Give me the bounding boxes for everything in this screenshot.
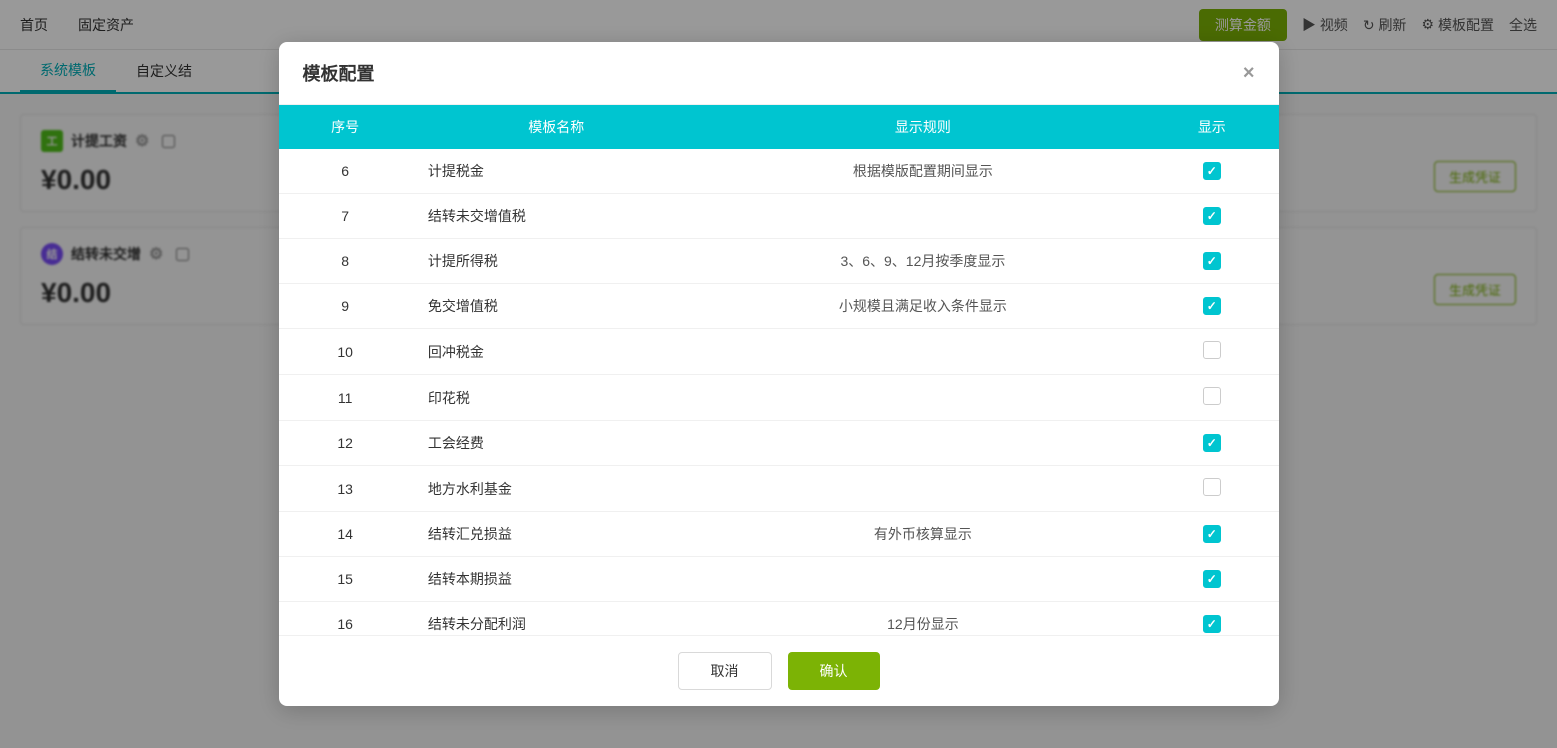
cell-rule: [701, 421, 1145, 466]
cell-checkbox[interactable]: [1145, 239, 1278, 284]
cell-id: 8: [279, 239, 412, 284]
cell-id: 11: [279, 375, 412, 421]
cell-name: 结转未交增值税: [412, 194, 701, 239]
cell-id: 7: [279, 194, 412, 239]
cell-id: 13: [279, 466, 412, 512]
cell-id: 12: [279, 421, 412, 466]
checkbox-unchecked[interactable]: [1203, 387, 1221, 405]
checkbox-checked[interactable]: [1203, 525, 1221, 543]
cell-checkbox[interactable]: [1145, 602, 1278, 636]
cell-checkbox[interactable]: [1145, 149, 1278, 194]
cell-id: 6: [279, 149, 412, 194]
col-header-name: 模板名称: [412, 105, 701, 149]
cell-name: 回冲税金: [412, 329, 701, 375]
modal-title: 模板配置: [303, 60, 375, 86]
cell-name: 工会经费: [412, 421, 701, 466]
modal-close-button[interactable]: ×: [1243, 63, 1255, 83]
checkbox-checked[interactable]: [1203, 297, 1221, 315]
checkbox-checked[interactable]: [1203, 162, 1221, 180]
cell-checkbox[interactable]: [1145, 284, 1278, 329]
table-row: 14结转汇兑损益有外币核算显示: [279, 512, 1279, 557]
cell-id: 15: [279, 557, 412, 602]
cell-checkbox[interactable]: [1145, 512, 1278, 557]
cell-id: 9: [279, 284, 412, 329]
cell-checkbox[interactable]: [1145, 421, 1278, 466]
table-header-row: 序号 模板名称 显示规则 显示: [279, 105, 1279, 149]
table-row: 7结转未交增值税: [279, 194, 1279, 239]
cell-id: 14: [279, 512, 412, 557]
cell-checkbox[interactable]: [1145, 375, 1278, 421]
cell-name: 印花税: [412, 375, 701, 421]
table-row: 13地方水利基金: [279, 466, 1279, 512]
cell-rule: [701, 466, 1145, 512]
checkbox-unchecked[interactable]: [1203, 478, 1221, 496]
table-row: 9免交增值税小规模且满足收入条件显示: [279, 284, 1279, 329]
checkbox-unchecked[interactable]: [1203, 341, 1221, 359]
checkbox-checked[interactable]: [1203, 207, 1221, 225]
cell-name: 计提所得税: [412, 239, 701, 284]
cell-name: 免交增值税: [412, 284, 701, 329]
cell-rule: [701, 194, 1145, 239]
modal-footer: 取消 确认: [279, 635, 1279, 706]
table-row: 16结转未分配利润12月份显示: [279, 602, 1279, 636]
cell-rule: 根据模版配置期间显示: [701, 149, 1145, 194]
table-row: 8计提所得税3、6、9、12月按季度显示: [279, 239, 1279, 284]
cancel-button[interactable]: 取消: [678, 652, 772, 690]
table-body: 6计提税金根据模版配置期间显示7结转未交增值税8计提所得税3、6、9、12月按季…: [279, 149, 1279, 635]
cell-rule: [701, 329, 1145, 375]
table-row: 10回冲税金: [279, 329, 1279, 375]
cell-rule: 3、6、9、12月按季度显示: [701, 239, 1145, 284]
modal-table: 序号 模板名称 显示规则 显示 6计提税金根据模版配置期间显示7结转未交增值税8…: [279, 105, 1279, 635]
checkbox-checked[interactable]: [1203, 252, 1221, 270]
cell-checkbox[interactable]: [1145, 466, 1278, 512]
cell-rule: 小规模且满足收入条件显示: [701, 284, 1145, 329]
cell-name: 结转本期损益: [412, 557, 701, 602]
modal-overlay: 模板配置 × 序号 模板名称 显示规则 显示 6计提税金根据模版配置期间显示7结…: [0, 0, 1557, 748]
cell-checkbox[interactable]: [1145, 194, 1278, 239]
cell-checkbox[interactable]: [1145, 557, 1278, 602]
table-row: 15结转本期损益: [279, 557, 1279, 602]
modal-header: 模板配置 ×: [279, 42, 1279, 105]
table-row: 11印花税: [279, 375, 1279, 421]
cell-name: 计提税金: [412, 149, 701, 194]
cell-rule: 有外币核算显示: [701, 512, 1145, 557]
cell-rule: 12月份显示: [701, 602, 1145, 636]
cell-rule: [701, 375, 1145, 421]
cell-name: 结转未分配利润: [412, 602, 701, 636]
confirm-button[interactable]: 确认: [788, 652, 880, 690]
checkbox-checked[interactable]: [1203, 434, 1221, 452]
cell-rule: [701, 557, 1145, 602]
table-row: 12工会经费: [279, 421, 1279, 466]
table-row: 6计提税金根据模版配置期间显示: [279, 149, 1279, 194]
modal-template-config: 模板配置 × 序号 模板名称 显示规则 显示 6计提税金根据模版配置期间显示7结…: [279, 42, 1279, 706]
col-header-id: 序号: [279, 105, 412, 149]
modal-table-container: 序号 模板名称 显示规则 显示 6计提税金根据模版配置期间显示7结转未交增值税8…: [279, 105, 1279, 635]
cell-id: 10: [279, 329, 412, 375]
cell-id: 16: [279, 602, 412, 636]
checkbox-checked[interactable]: [1203, 615, 1221, 633]
checkbox-checked[interactable]: [1203, 570, 1221, 588]
cell-checkbox[interactable]: [1145, 329, 1278, 375]
cell-name: 结转汇兑损益: [412, 512, 701, 557]
cell-name: 地方水利基金: [412, 466, 701, 512]
col-header-show: 显示: [1145, 105, 1278, 149]
col-header-rule: 显示规则: [701, 105, 1145, 149]
